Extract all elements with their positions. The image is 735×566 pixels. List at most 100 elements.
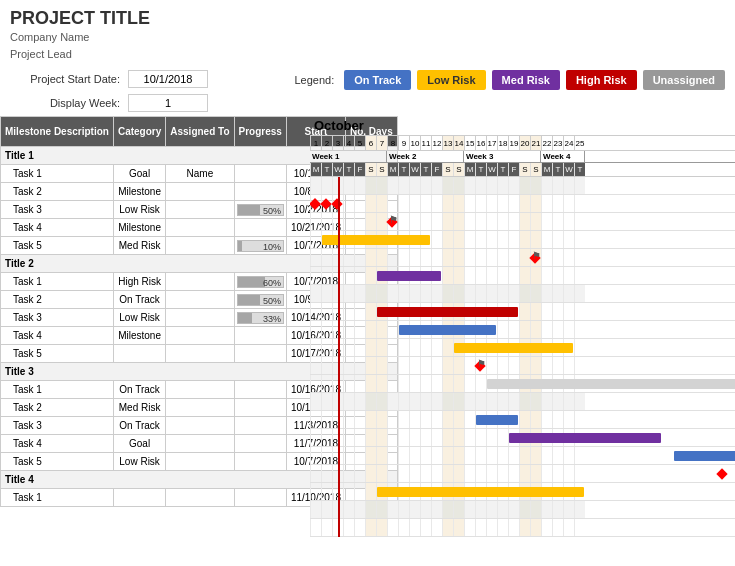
gantt-cell	[431, 429, 442, 446]
gantt-cell	[365, 357, 376, 374]
gantt-bar	[487, 379, 735, 389]
gantt-cell	[409, 465, 420, 482]
gantt-cell	[354, 411, 365, 428]
gantt-cell	[563, 519, 574, 536]
progress-cell	[234, 327, 286, 345]
gantt-cell	[497, 447, 508, 464]
gantt-cell	[442, 339, 453, 356]
legend-med-risk[interactable]: Med Risk	[492, 70, 560, 90]
gantt-cell	[398, 339, 409, 356]
progress-cell	[234, 165, 286, 183]
dow-cell: F	[354, 163, 365, 176]
gantt-cell	[343, 375, 354, 392]
dow-cell: T	[574, 163, 585, 176]
legend-on-track[interactable]: On Track	[344, 70, 411, 90]
gantt-cell	[365, 375, 376, 392]
gantt-cell	[563, 447, 574, 464]
gantt-cell	[321, 447, 332, 464]
legend-low-risk[interactable]: Low Risk	[417, 70, 485, 90]
gantt-cell	[398, 249, 409, 266]
day-number: 18	[497, 136, 508, 150]
gantt-cell	[541, 267, 552, 284]
gantt-cell	[519, 195, 530, 212]
gantt-cell	[464, 285, 475, 302]
gantt-cell	[442, 195, 453, 212]
task-assigned	[166, 345, 234, 363]
gantt-cell	[310, 177, 321, 194]
header-assigned: Assigned To	[166, 117, 234, 147]
gantt-body: ⚑⚑⚑	[310, 177, 735, 537]
gantt-cell	[409, 213, 420, 230]
gantt-cell	[409, 177, 420, 194]
task-assigned	[166, 417, 234, 435]
gantt-cell	[530, 213, 541, 230]
gantt-row	[310, 465, 735, 483]
task-name: Task 4	[1, 435, 114, 453]
gantt-cell	[541, 447, 552, 464]
legend-high-risk[interactable]: High Risk	[566, 70, 637, 90]
progress-fill	[238, 205, 261, 215]
task-category	[113, 489, 165, 507]
progress-text: 60%	[263, 277, 281, 289]
gantt-cell	[387, 339, 398, 356]
gantt-cell	[398, 285, 409, 302]
gantt-cell	[442, 465, 453, 482]
gantt-cell	[563, 303, 574, 320]
dow-cell: S	[442, 163, 453, 176]
gantt-cell	[563, 195, 574, 212]
gantt-cell	[552, 285, 563, 302]
gantt-cell	[420, 375, 431, 392]
dow-cell: W	[332, 163, 343, 176]
gantt-cell	[343, 411, 354, 428]
gantt-cell	[552, 393, 563, 410]
gantt-cell	[530, 195, 541, 212]
task-name: Task 5	[1, 237, 114, 255]
header: PROJECT TITLE Company Name Project Lead	[0, 0, 735, 66]
gantt-cell	[310, 483, 321, 500]
dow-cell: W	[486, 163, 497, 176]
task-category: On Track	[113, 417, 165, 435]
gantt-cell	[530, 231, 541, 248]
gantt-cell	[552, 501, 563, 518]
gantt-cell	[519, 357, 530, 374]
gantt-cell	[409, 357, 420, 374]
gantt-cell	[420, 447, 431, 464]
gantt-cell	[475, 447, 486, 464]
gantt-cell	[508, 465, 519, 482]
gantt-cell	[387, 249, 398, 266]
start-date-label: Project Start Date:	[10, 73, 120, 85]
gantt-cell	[486, 267, 497, 284]
day-number: 20	[519, 136, 530, 150]
gantt-cell	[464, 375, 475, 392]
gantt-cell	[541, 285, 552, 302]
gantt-cell	[354, 303, 365, 320]
gantt-cell	[519, 177, 530, 194]
gantt-cell	[530, 501, 541, 518]
gantt-cell	[431, 213, 442, 230]
gantt-cell	[563, 285, 574, 302]
gantt-cell	[310, 339, 321, 356]
gantt-cell	[574, 303, 585, 320]
gantt-cell	[343, 447, 354, 464]
gantt-cell	[376, 429, 387, 446]
header-category: Category	[113, 117, 165, 147]
display-week-value: 1	[128, 94, 208, 112]
gantt-cell	[409, 249, 420, 266]
gantt-row	[310, 339, 735, 357]
dow-cell: S	[365, 163, 376, 176]
task-assigned	[166, 201, 234, 219]
legend-unassigned[interactable]: Unassigned	[643, 70, 725, 90]
gantt-cell	[387, 177, 398, 194]
gantt-cell	[321, 519, 332, 536]
gantt-cell	[552, 195, 563, 212]
gantt-cell	[541, 213, 552, 230]
gantt-cell	[343, 357, 354, 374]
gantt-cell	[541, 357, 552, 374]
gantt-cell	[530, 411, 541, 428]
gantt-cell	[354, 375, 365, 392]
gantt-cell	[442, 267, 453, 284]
gantt-cell	[365, 195, 376, 212]
legend: Legend: On Track Low Risk Med Risk High …	[294, 70, 725, 90]
gantt-bar	[399, 325, 496, 335]
gantt-cell	[376, 177, 387, 194]
